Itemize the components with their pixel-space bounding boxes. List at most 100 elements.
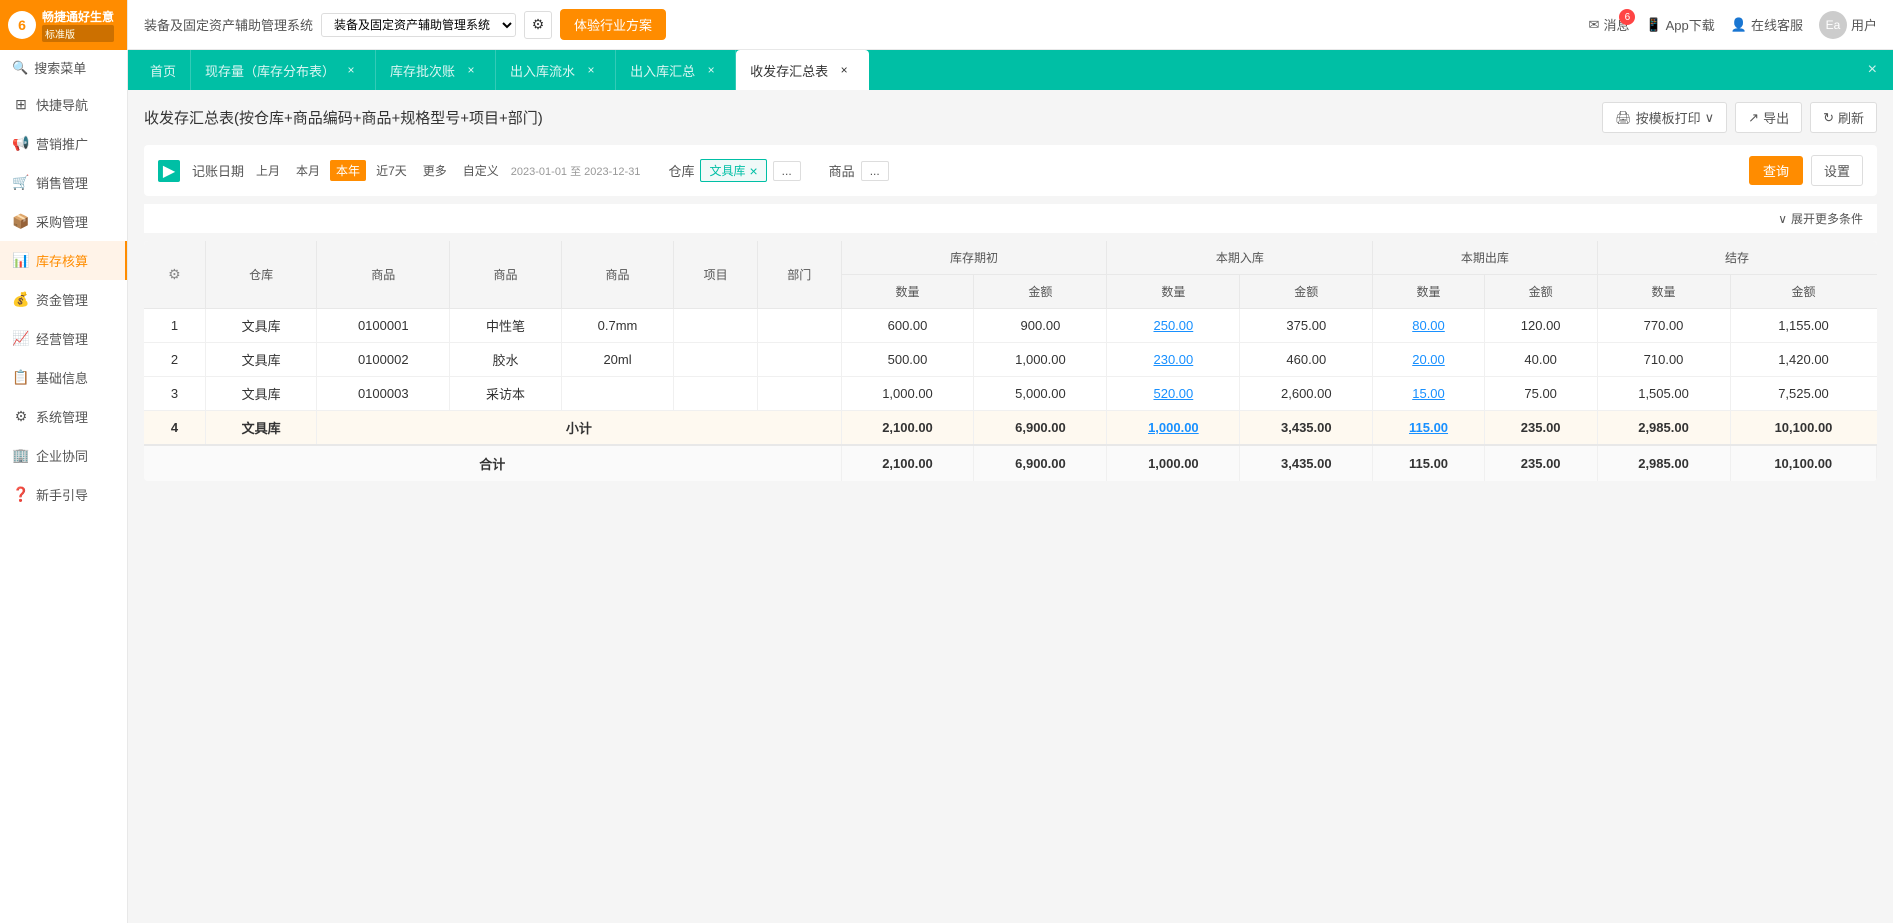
settings-button[interactable]: 设置 bbox=[1811, 155, 1863, 186]
system-select[interactable]: 装备及固定资产辅助管理系统 bbox=[321, 13, 516, 37]
online-service-label: 在线客服 bbox=[1751, 15, 1803, 34]
tab-recv-send-summary-close[interactable]: × bbox=[834, 62, 854, 78]
tab-inventory-dist[interactable]: 现存量（库存分布表） × bbox=[191, 50, 376, 90]
sidebar-item-inventory[interactable]: 📊 库存核算 bbox=[0, 241, 127, 280]
sidebar-item-system[interactable]: ⚙ 系统管理 bbox=[0, 397, 127, 436]
th-department: 部门 bbox=[757, 241, 841, 309]
subtotal-out-qty-link[interactable]: 115.00 bbox=[1409, 420, 1448, 435]
cell-closing-qty: 710.00 bbox=[1597, 343, 1730, 377]
th-settings[interactable]: ⚙ bbox=[144, 241, 205, 309]
experience-button[interactable]: 体验行业方案 bbox=[560, 9, 666, 40]
print-button[interactable]: 🖨 按模板打印 ∨ bbox=[1602, 102, 1727, 133]
date-btn-custom[interactable]: 自定义 bbox=[457, 160, 505, 181]
close-icon: × bbox=[583, 62, 599, 78]
sidebar-search-menu[interactable]: 🔍 搜索菜单 bbox=[0, 50, 127, 85]
th-in-group: 本期入库 bbox=[1107, 241, 1373, 275]
tab-in-out-flow[interactable]: 出入库流水 × bbox=[496, 50, 616, 90]
cell-index: 2 bbox=[144, 343, 205, 377]
tab-inventory-dist-close[interactable]: × bbox=[341, 62, 361, 78]
cell-product-spec: 0.7mm bbox=[561, 309, 674, 343]
total-row: 合计 2,100.00 6,900.00 1,000.00 3,435.00 1… bbox=[144, 445, 1877, 481]
sidebar-item-label: 快捷导航 bbox=[36, 95, 88, 114]
tab-in-out-summary-close[interactable]: × bbox=[701, 62, 721, 78]
table-row: 3 文具库 0100003 采访本 1,000.00 5,000.00 520.… bbox=[144, 377, 1877, 411]
subtotal-in-qty[interactable]: 1,000.00 bbox=[1107, 411, 1240, 446]
sidebar-item-label: 库存核算 bbox=[36, 251, 88, 270]
cell-out-qty[interactable]: 20.00 bbox=[1373, 343, 1484, 377]
warehouse-more-button[interactable]: ... bbox=[773, 161, 801, 181]
sidebar-item-operations[interactable]: 📈 经营管理 bbox=[0, 319, 127, 358]
tab-in-out-summary[interactable]: 出入库汇总 × bbox=[616, 50, 736, 90]
tab-recv-send-summary[interactable]: 收发存汇总表 × bbox=[736, 50, 869, 90]
date-btn-more[interactable]: 更多 bbox=[417, 160, 453, 181]
chevron-down-icon: ∨ bbox=[1705, 110, 1715, 126]
table-settings-icon[interactable]: ⚙ bbox=[168, 266, 181, 282]
subtotal-in-qty-link[interactable]: 1,000.00 bbox=[1148, 420, 1199, 435]
sidebar-item-quick-nav[interactable]: ⊞ 快捷导航 bbox=[0, 85, 127, 124]
th-closing-qty: 数量 bbox=[1597, 275, 1730, 309]
table-row: 2 文具库 0100002 胶水 20ml 500.00 1,000.00 23… bbox=[144, 343, 1877, 377]
subtotal-index: 4 bbox=[144, 411, 205, 446]
settings-gear-button[interactable]: ⚙ bbox=[524, 11, 552, 39]
close-icon: × bbox=[703, 62, 719, 78]
service-icon: 👤 bbox=[1731, 17, 1747, 33]
quick-nav-icon: ⊞ bbox=[12, 96, 30, 113]
warehouse-tag-close[interactable]: × bbox=[749, 163, 757, 179]
cell-in-amt: 460.00 bbox=[1240, 343, 1373, 377]
sidebar-item-marketing[interactable]: 📢 营销推广 bbox=[0, 124, 127, 163]
main-close-button[interactable]: × bbox=[1860, 57, 1885, 83]
out-qty-link[interactable]: 80.00 bbox=[1412, 318, 1445, 333]
cell-out-amt: 40.00 bbox=[1484, 343, 1597, 377]
goods-more-button[interactable]: ... bbox=[861, 161, 889, 181]
sidebar-item-basic-info[interactable]: 📋 基础信息 bbox=[0, 358, 127, 397]
in-qty-link[interactable]: 230.00 bbox=[1153, 352, 1193, 367]
cell-in-qty[interactable]: 230.00 bbox=[1107, 343, 1240, 377]
warehouse-tag-text: 文具库 bbox=[709, 162, 745, 179]
query-button[interactable]: 查询 bbox=[1749, 156, 1803, 185]
app-download-button[interactable]: 📱 App下载 bbox=[1645, 15, 1714, 34]
expand-more-button[interactable]: ∨ 展开更多条件 bbox=[1778, 210, 1863, 227]
cell-project bbox=[674, 343, 758, 377]
in-qty-link[interactable]: 250.00 bbox=[1153, 318, 1193, 333]
cell-in-qty[interactable]: 520.00 bbox=[1107, 377, 1240, 411]
filter-toggle-button[interactable]: ▶ bbox=[158, 160, 180, 182]
tab-home[interactable]: 首页 bbox=[136, 50, 191, 90]
total-closing-qty: 2,985.00 bbox=[1597, 445, 1730, 481]
in-qty-link[interactable]: 520.00 bbox=[1153, 386, 1193, 401]
th-closing-group: 结存 bbox=[1597, 241, 1876, 275]
sales-icon: 🛒 bbox=[12, 174, 30, 191]
date-btn-this-year[interactable]: 本年 bbox=[330, 160, 366, 181]
cell-out-qty[interactable]: 15.00 bbox=[1373, 377, 1484, 411]
sidebar-item-purchase[interactable]: 📦 采购管理 bbox=[0, 202, 127, 241]
cell-product-code: 0100001 bbox=[317, 309, 450, 343]
tab-batch-ledger[interactable]: 库存批次账 × bbox=[376, 50, 496, 90]
sidebar-item-label: 经营管理 bbox=[36, 329, 88, 348]
sidebar-item-finance[interactable]: 💰 资金管理 bbox=[0, 280, 127, 319]
date-btn-7days[interactable]: 近7天 bbox=[370, 160, 413, 181]
sidebar-item-label: 系统管理 bbox=[36, 407, 88, 426]
date-btn-this-month[interactable]: 本月 bbox=[290, 160, 326, 181]
subtotal-opening-qty: 2,100.00 bbox=[841, 411, 974, 446]
total-closing-amt: 10,100.00 bbox=[1730, 445, 1877, 481]
export-button[interactable]: ↗ 导出 bbox=[1735, 102, 1802, 133]
tab-in-out-flow-close[interactable]: × bbox=[581, 62, 601, 78]
date-filter-label: 记账日期 bbox=[192, 161, 244, 180]
message-button[interactable]: ✉ 消息 6 bbox=[1589, 15, 1630, 34]
cell-in-amt: 2,600.00 bbox=[1240, 377, 1373, 411]
cell-warehouse: 文具库 bbox=[205, 309, 316, 343]
cell-in-qty[interactable]: 250.00 bbox=[1107, 309, 1240, 343]
tab-batch-ledger-close[interactable]: × bbox=[461, 62, 481, 78]
goods-filter-label: 商品 bbox=[829, 161, 855, 180]
cell-out-qty[interactable]: 80.00 bbox=[1373, 309, 1484, 343]
subtotal-out-qty[interactable]: 115.00 bbox=[1373, 411, 1484, 446]
sidebar-item-enterprise[interactable]: 🏢 企业协同 bbox=[0, 436, 127, 475]
out-qty-link[interactable]: 20.00 bbox=[1412, 352, 1445, 367]
cell-department bbox=[757, 377, 841, 411]
sidebar-item-beginner[interactable]: ❓ 新手引导 bbox=[0, 475, 127, 514]
user-area[interactable]: Ea 用户 bbox=[1819, 11, 1877, 39]
out-qty-link[interactable]: 15.00 bbox=[1412, 386, 1445, 401]
refresh-button[interactable]: ↻ 刷新 bbox=[1810, 102, 1877, 133]
online-service-button[interactable]: 👤 在线客服 bbox=[1731, 15, 1803, 34]
sidebar-item-sales[interactable]: 🛒 销售管理 bbox=[0, 163, 127, 202]
date-btn-last-month[interactable]: 上月 bbox=[250, 160, 286, 181]
